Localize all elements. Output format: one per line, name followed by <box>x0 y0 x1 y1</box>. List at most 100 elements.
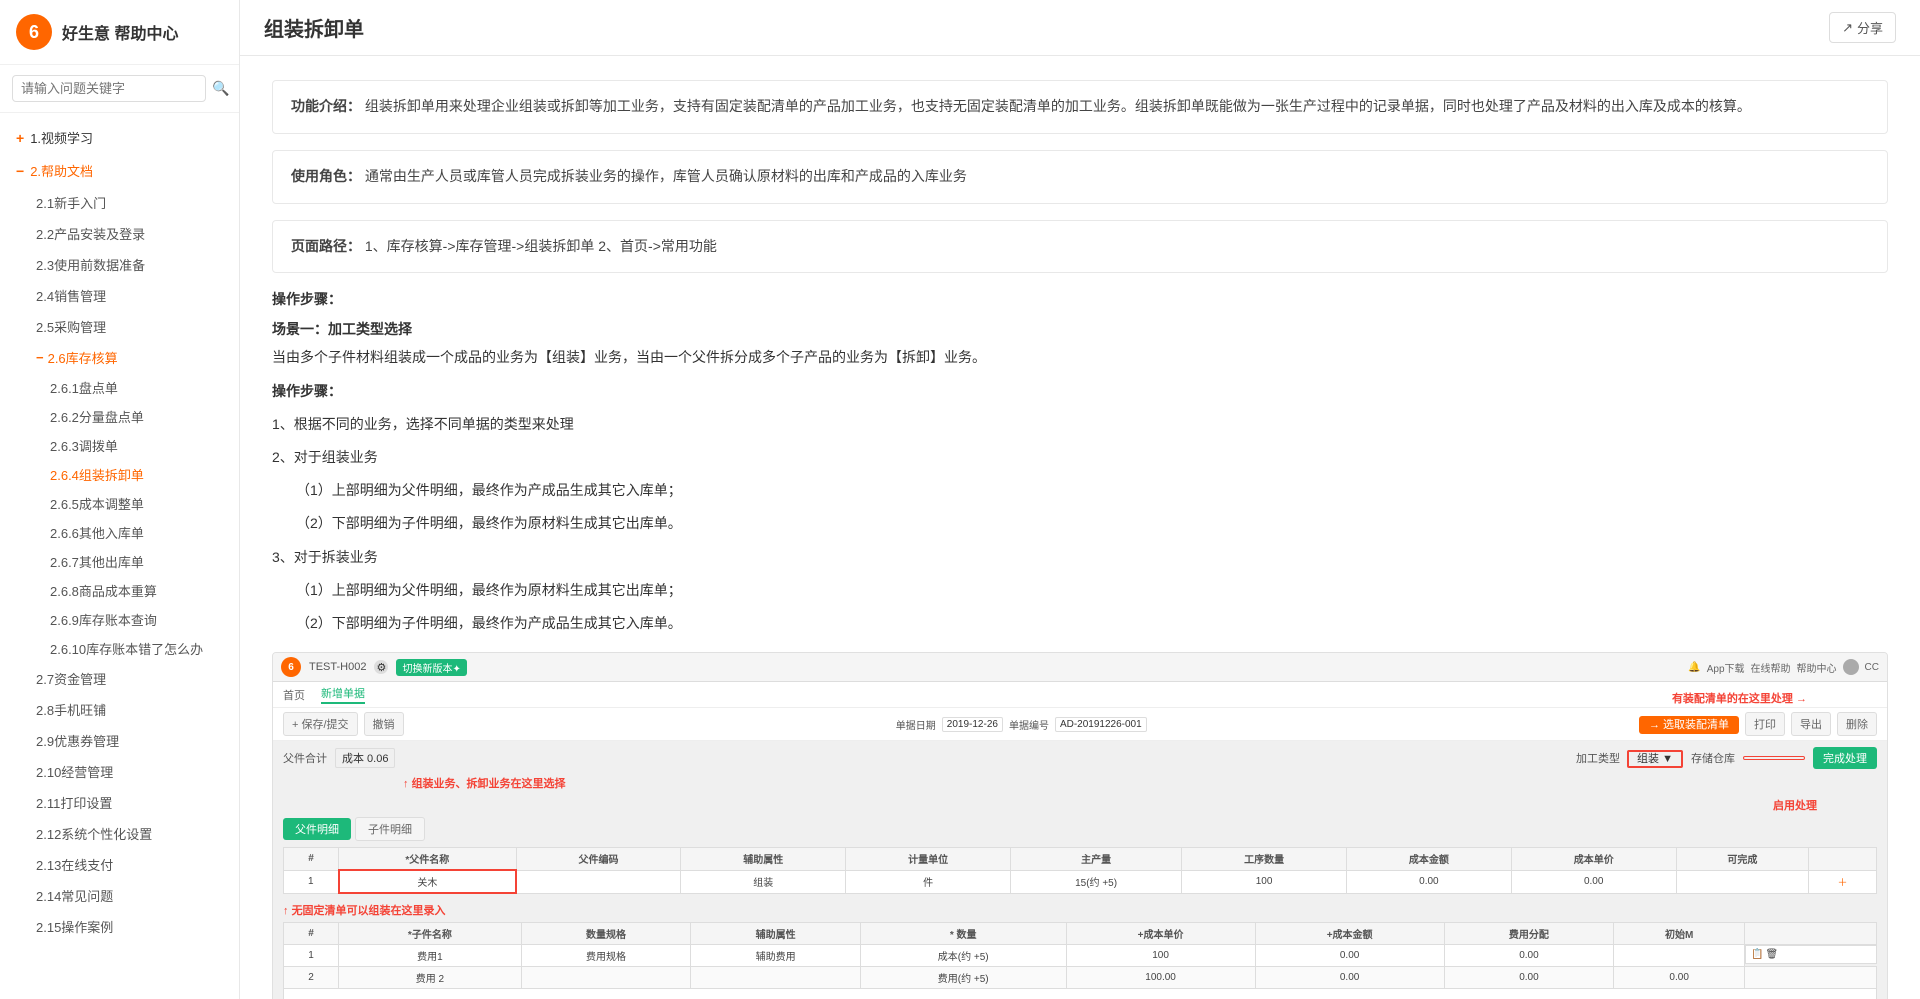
sidebar-item-install[interactable]: 2.2产品安装及登录 <box>0 218 239 249</box>
step3-2: （2）下部明细为子件明细，最终作为产成品生成其它入库单。 <box>272 611 1888 636</box>
mock-ctd-costamt: 0.00 <box>1255 945 1444 967</box>
mock-date-label: 单据日期 <box>896 717 936 732</box>
sidebar-item-faq[interactable]: 2.14常见问题 <box>0 880 239 911</box>
sidebar-item-adjust[interactable]: 2.6.3调拨单 <box>0 431 239 460</box>
sidebar-item-dataprep[interactable]: 2.3使用前数据准备 <box>0 249 239 280</box>
role-block: 使用角色： 通常由生产人员或库管人员完成拆装业务的操作，库管人员确认原材料的出库… <box>272 150 1888 204</box>
mock-child-table: # *子件名称 数量规格 辅助属性 * 数量 +成本单价 +成本金额 费用分配 … <box>283 922 1877 999</box>
mock-td-unit: 件 <box>846 870 1011 893</box>
role-label: 使用角色： <box>291 168 361 184</box>
mock-ctd-num2: 2 <box>284 967 339 989</box>
page-title: 组装拆卸单 <box>264 13 364 42</box>
mock-ctd-ops2 <box>1745 967 1877 989</box>
sidebar-item-stockquery[interactable]: 2.6.9库存账本查询 <box>0 605 239 634</box>
mock-ctd-ops: 📋🗑 <box>1745 945 1876 964</box>
mock-app-label: App下载 <box>1707 660 1745 675</box>
mock-th-cost-amt: 成本金额 <box>1346 848 1511 871</box>
sidebar-item-accounterr[interactable]: 2.6.10库存账本错了怎么办 <box>0 634 239 663</box>
mock-icon-bell: 🔔 <box>1688 662 1700 673</box>
mock-bottom-section-header: ↑ 无固定清单可以组装在这里录入 <box>283 902 1877 918</box>
mock-ctd-init <box>1614 945 1745 967</box>
sidebar-item-goodscost[interactable]: 2.6.8商品成本重算 <box>0 576 239 605</box>
sidebar-item-purchase[interactable]: 2.5采购管理 <box>0 311 239 342</box>
mock-toolbar-left: + 保存/提交 撤销 <box>283 712 404 736</box>
sidebar-item-otherout[interactable]: 2.6.7其他出库单 <box>0 547 239 576</box>
mock-td-attr: 组装 <box>681 870 846 893</box>
step3-1: （1）上部明细为父件明细，最终作为原材料生成其它出库单； <box>272 578 1888 603</box>
mock-date-value: 2019-12-26 <box>942 717 1003 732</box>
mock-td-action: ＋ <box>1809 870 1877 893</box>
mock-type-label: 加工类型 <box>1576 753 1620 765</box>
mock-user-label: CC <box>1865 662 1879 673</box>
mock-th-cost-unit: 成本单价 <box>1511 848 1676 871</box>
step1: 1、根据不同的业务，选择不同单据的类型来处理 <box>272 412 1888 437</box>
sidebar-item-capital[interactable]: 2.7资金管理 <box>0 663 239 694</box>
mock-td-prod: 15(约 +5) <box>1011 870 1182 893</box>
sidebar-item-coupon[interactable]: 2.9优惠券管理 <box>0 725 239 756</box>
mock-ctd-alloc2: 0.00 <box>1444 967 1614 989</box>
annotation-no-recipe: ↑ 无固定清单可以组装在这里录入 <box>283 902 446 918</box>
mock-avatar <box>1843 659 1859 675</box>
sidebar-item-print[interactable]: 2.11打印设置 <box>0 787 239 818</box>
mock-btn-cancel: 撤销 <box>364 712 404 736</box>
sidebar-item-mobile[interactable]: 2.8手机旺铺 <box>0 694 239 725</box>
mock-cth-qty: * 数量 <box>860 923 1066 945</box>
mock-ctd-costunit2: 100.00 <box>1066 967 1255 989</box>
mock-count-label: 父件合计 <box>283 750 327 766</box>
mock-td-code <box>516 870 681 893</box>
mock-cth-attr: 辅助属性 <box>691 923 861 945</box>
mock-ctd-init2: 0.00 <box>1614 967 1745 989</box>
search-input[interactable] <box>12 75 206 102</box>
sidebar-item-splitstock[interactable]: 2.6.2分量盘点单 <box>0 402 239 431</box>
mock-cth-name: *子件名称 <box>339 923 522 945</box>
func-intro-label: 功能介绍： <box>291 98 361 114</box>
mock-td-num: 1 <box>284 870 339 893</box>
mock-settings-icon: ⚙ <box>374 660 388 674</box>
mock-th-prod-qty: 主产量 <box>1011 848 1182 871</box>
mock-th-completable: 可完成 <box>1676 848 1808 871</box>
share-button[interactable]: ↗ 分享 <box>1829 12 1896 43</box>
mock-td-name: 关木 <box>339 870 516 893</box>
sidebar-item-sales[interactable]: 2.4销售管理 <box>0 280 239 311</box>
scene1-desc: 当由多个子件材料组装成一个成品的业务为【组装】业务，当由一个父件拆分成多个子产品… <box>272 345 1888 370</box>
mock-th-parent-code: 父件编码 <box>516 848 681 871</box>
sidebar-item-stocktake[interactable]: 2.6.1盘点单 <box>0 373 239 402</box>
mock-action-btn: 切换新版本✦ <box>396 659 466 676</box>
mock-toolbar: + 保存/提交 撤销 单据日期 2019-12-26 单据编号 AD-20191… <box>273 708 1887 741</box>
path-block: 页面路径： 1、库存核算->库存管理->组装拆卸单 2、首页->常用功能 <box>272 220 1888 274</box>
sidebar-item-helpdoc[interactable]: − 2.帮助文档 <box>0 154 239 187</box>
sidebar-item-assembly[interactable]: 2.6.4组装拆卸单 <box>0 460 239 489</box>
mock-complete-btn: 完成处理 <box>1813 747 1877 769</box>
sidebar-item-ops[interactable]: 2.10经营管理 <box>0 756 239 787</box>
mock-th-proc-qty: 工序数量 <box>1182 848 1347 871</box>
mock-delete-btn: 删除 <box>1837 712 1877 736</box>
sidebar-item-payment[interactable]: 2.13在线支付 <box>0 849 239 880</box>
mock-screenshot: 6 TEST-H002 ⚙ 切换新版本✦ 🔔 App下载 在线帮助 帮助中心 C… <box>273 653 1887 999</box>
top-bar: 组装拆卸单 ↗ 分享 <box>240 0 1920 56</box>
mock-th-ops <box>1809 848 1877 871</box>
search-button[interactable]: 🔍 <box>212 80 229 97</box>
sidebar-item-customize[interactable]: 2.12系统个性化设置 <box>0 818 239 849</box>
sidebar-item-cases[interactable]: 2.15操作案例 <box>0 911 239 942</box>
mock-ctd-attr: 辅助费用 <box>691 945 861 967</box>
sidebar-item-otherin[interactable]: 2.6.6其他入库单 <box>0 518 239 547</box>
mock-type-group: 加工类型 组装 ▼ 存储仓库 完成处理 <box>1576 747 1877 769</box>
annotation-recipe: 有装配清单的在这里处理 → <box>1672 690 1807 706</box>
mock-parent-row-1: 1 关木 组装 件 15(约 +5) 100 0.00 0.00 ＋ <box>284 870 1877 893</box>
sidebar-item-newbie[interactable]: 2.1新手入门 <box>0 187 239 218</box>
mock-count-value: 成本 0.06 <box>335 748 395 768</box>
sidebar-item-video[interactable]: + 1.视频学习 <box>0 121 239 154</box>
mock-print-btn: 打印 <box>1745 712 1785 736</box>
nav-area: + 1.视频学习 − 2.帮助文档 2.1新手入门 2.2产品安装及登录 2.3… <box>0 113 239 999</box>
mock-ctd-spec: 费用规格 <box>521 945 691 967</box>
mock-td-cost-amt: 0.00 <box>1346 870 1511 893</box>
sidebar-item-inventory[interactable]: − 2.6库存核算 <box>0 342 239 373</box>
sidebar-item-costadj[interactable]: 2.6.5成本调整单 <box>0 489 239 518</box>
screenshot-container: 6 TEST-H002 ⚙ 切换新版本✦ 🔔 App下载 在线帮助 帮助中心 C… <box>272 652 1888 999</box>
mock-nav-new: 新增单据 <box>321 685 365 704</box>
mock-ctd-attr2 <box>691 967 861 989</box>
func-intro-block: 功能介绍： 组装拆卸单用来处理企业组装或拆卸等加工业务，支持有固定装配清单的产品… <box>272 80 1888 134</box>
minus-small-icon: − <box>36 350 44 365</box>
mock-toolbar-mid: 单据日期 2019-12-26 单据编号 AD-20191226-001 <box>896 717 1147 732</box>
mock-cth-costamt: +成本金额 <box>1255 923 1444 945</box>
